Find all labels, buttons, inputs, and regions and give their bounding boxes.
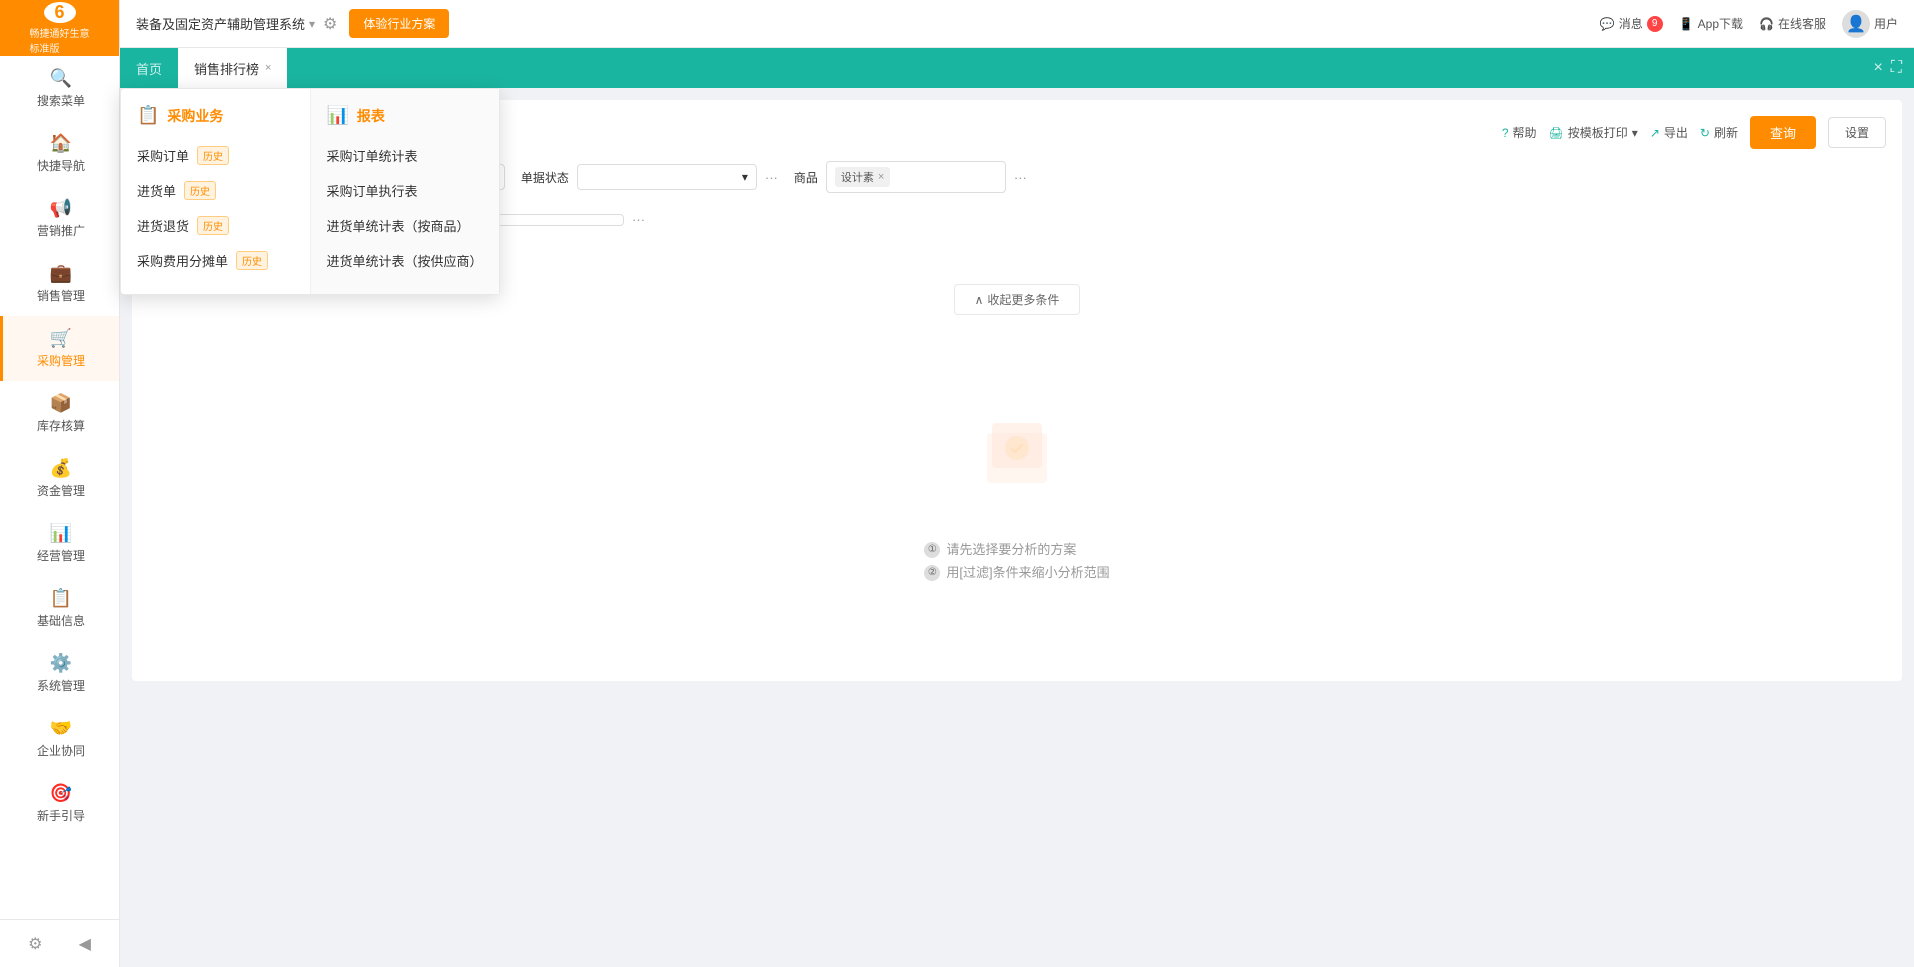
report-icon: 📊 (327, 105, 349, 126)
dropdown-overlay: 📋 采购业务 采购订单 历史 进货单 历史 进货退货 历史 采购费用分摊单 历史 (120, 88, 1914, 967)
search-icon: 🔍 (50, 68, 72, 89)
avatar: 👤 (1842, 10, 1870, 38)
purchase-order-exec-item[interactable]: 采购订单执行表 (327, 173, 484, 208)
tab-home[interactable]: 首页 (120, 48, 178, 88)
purchase-biz-section: 📋 采购业务 采购订单 历史 进货单 历史 进货退货 历史 采购费用分摊单 历史 (121, 89, 310, 294)
system-icon: ⚙️ (50, 653, 72, 674)
purchase-order-item[interactable]: 采购订单 历史 (137, 138, 294, 173)
report-section: 📊 报表 采购订单统计表 采购订单执行表 进货单统计表（按商品） 进货单统计表（… (310, 89, 500, 294)
purchase-order-stats-item[interactable]: 采购订单统计表 (327, 138, 484, 173)
purchase-expense-item[interactable]: 采购费用分摊单 历史 (137, 243, 294, 278)
purchase-expense-history-badge: 历史 (236, 251, 268, 270)
sidebar-bottom: ⚙ ◀ (0, 919, 119, 967)
logo-text: 畅捷通好生意 标准版 (30, 25, 90, 55)
enterprise-icon: 🤝 (50, 718, 72, 739)
message-button[interactable]: 💬 消息 9 (1600, 15, 1663, 32)
tabbar-controls: × ⛶ (1873, 59, 1914, 77)
purchase-order-history-badge: 历史 (197, 146, 229, 165)
sidebar-menu: 🔍 搜索菜单 🏠 快捷导航 📢 营销推广 💼 销售管理 🛒 采购管理 📦 库存核… (0, 56, 119, 919)
sidebar-item-enterprise[interactable]: 🤝 企业协同 (0, 706, 119, 771)
base-info-icon: 📋 (50, 588, 72, 609)
sidebar-logo: 6 畅捷通好生意 标准版 (0, 0, 119, 56)
user-menu-button[interactable]: 👤 用户 (1842, 10, 1898, 38)
topbar: 装备及固定资产辅助管理系统 ▾ ⚙ 体验行业方案 💬 消息 9 📱 App下载 … (120, 0, 1914, 48)
sidebar-item-operation[interactable]: 📊 经营管理 (0, 511, 119, 576)
sidebar-item-base-info[interactable]: 📋 基础信息 (0, 576, 119, 641)
sidebar-item-purchase[interactable]: 🛒 采购管理 (0, 316, 119, 381)
sidebar-item-marketing[interactable]: 📢 营销推广 (0, 186, 119, 251)
sidebar-item-quick-nav[interactable]: 🏠 快捷导航 (0, 121, 119, 186)
sidebar-item-finance[interactable]: 💰 资金管理 (0, 446, 119, 511)
sidebar-item-guide[interactable]: 🎯 新手引导 (0, 771, 119, 836)
sidebar-settings-icon[interactable]: ⚙ (28, 934, 42, 954)
purchase-biz-header: 📋 采购业务 (137, 105, 294, 126)
phone-icon: 📱 (1679, 17, 1694, 31)
tabbar: 首页 销售排行榜 × × ⛶ (120, 48, 1914, 88)
report-header: 📊 报表 (327, 105, 484, 126)
tab-close-all-icon[interactable]: × (1873, 59, 1882, 77)
operation-icon: 📊 (50, 523, 72, 544)
message-badge: 9 (1647, 16, 1663, 32)
industry-solution-button[interactable]: 体验行业方案 (349, 9, 449, 38)
tab-close-icon[interactable]: × (265, 62, 271, 74)
inventory-icon: 📦 (50, 393, 72, 414)
sidebar-collapse-icon[interactable]: ◀ (79, 934, 91, 954)
incoming-stats-by-goods-item[interactable]: 进货单统计表（按商品） (327, 208, 484, 243)
guide-icon: 🎯 (50, 783, 72, 804)
message-icon: 💬 (1600, 17, 1615, 31)
app-download-button[interactable]: 📱 App下载 (1679, 15, 1743, 32)
home-icon: 🏠 (50, 133, 72, 154)
marketing-icon: 📢 (50, 198, 72, 219)
purchase-icon: 🛒 (50, 328, 72, 349)
topbar-gear-icon[interactable]: ⚙ (323, 14, 337, 34)
sidebar: 6 畅捷通好生意 标准版 🔍 搜索菜单 🏠 快捷导航 📢 营销推广 💼 销售管理… (0, 0, 120, 967)
finance-icon: 💰 (50, 458, 72, 479)
incoming-return-item[interactable]: 进货退货 历史 (137, 208, 294, 243)
purchase-biz-icon: 📋 (137, 105, 159, 126)
incoming-order-item[interactable]: 进货单 历史 (137, 173, 294, 208)
online-service-button[interactable]: 🎧 在线客服 (1759, 15, 1826, 32)
incoming-return-history-badge: 历史 (197, 216, 229, 235)
sidebar-item-search[interactable]: 🔍 搜索菜单 (0, 56, 119, 121)
topbar-right: 💬 消息 9 📱 App下载 🎧 在线客服 👤 用户 (1600, 10, 1898, 38)
sidebar-item-system[interactable]: ⚙️ 系统管理 (0, 641, 119, 706)
incoming-stats-by-supplier-item[interactable]: 进货单统计表（按供应商） (327, 243, 484, 278)
sidebar-item-sales[interactable]: 💼 销售管理 (0, 251, 119, 316)
tab-fullscreen-icon[interactable]: ⛶ (1891, 59, 1902, 77)
headset-icon: 🎧 (1759, 17, 1774, 31)
topbar-title: 装备及固定资产辅助管理系统 (136, 14, 305, 33)
sidebar-item-inventory[interactable]: 📦 库存核算 (0, 381, 119, 446)
incoming-order-history-badge: 历史 (184, 181, 216, 200)
topbar-dropdown-arrow[interactable]: ▾ (309, 17, 315, 31)
sales-icon: 💼 (50, 263, 72, 284)
tab-sales-rank[interactable]: 销售排行榜 × (178, 48, 287, 88)
purchase-dropdown-menu: 📋 采购业务 采购订单 历史 进货单 历史 进货退货 历史 采购费用分摊单 历史 (120, 88, 500, 295)
logo-icon: 6 (44, 2, 76, 23)
